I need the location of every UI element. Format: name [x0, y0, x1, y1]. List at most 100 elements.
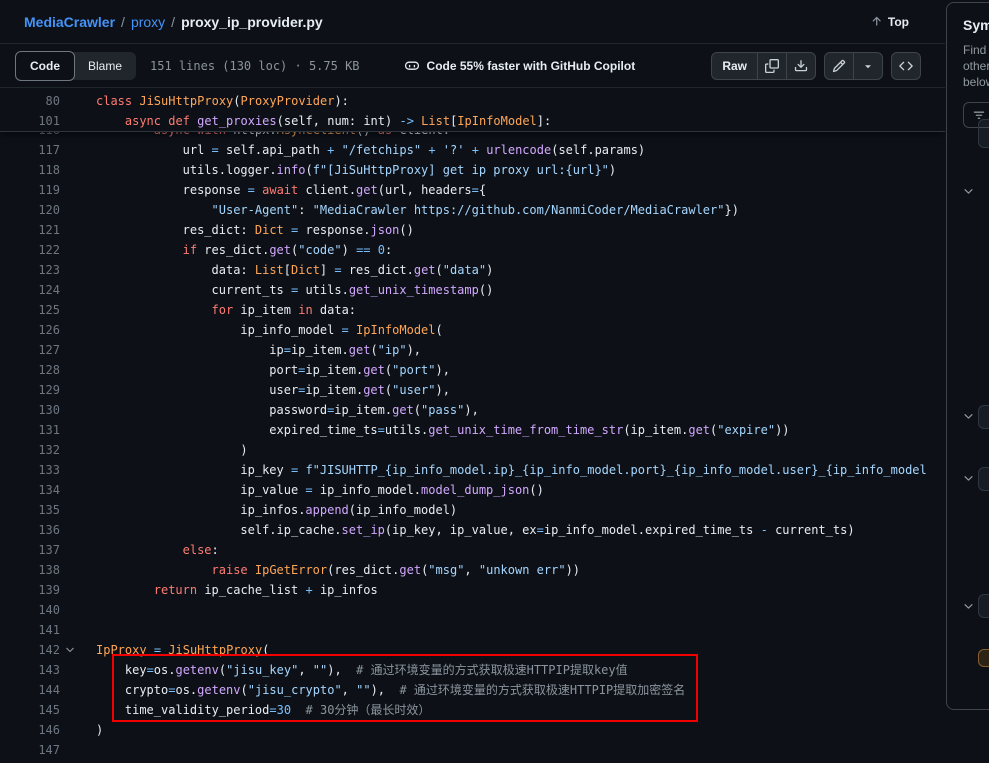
- fold-chevron-icon[interactable]: [60, 640, 80, 660]
- back-to-top-link[interactable]: Top: [870, 15, 909, 29]
- code-text: ): [80, 440, 248, 460]
- line-number[interactable]: 127: [0, 340, 60, 360]
- raw-button[interactable]: Raw: [711, 52, 758, 80]
- code-text: IpProxy = JiSuHttpProxy(: [80, 640, 269, 660]
- line-number[interactable]: 101: [0, 111, 60, 131]
- code-text: self.ip_cache.set_ip(ip_key, ip_value, e…: [80, 520, 855, 540]
- code-view: 116async with httpx.AsyncClient() as cli…: [0, 88, 945, 763]
- code-line: 147: [0, 740, 945, 760]
- fold-gutter: [60, 520, 80, 540]
- code-text: password=ip_item.get("pass"),: [80, 400, 479, 420]
- code-line: 136 self.ip_cache.set_ip(ip_key, ip_value…: [0, 520, 945, 540]
- line-number[interactable]: 80: [0, 91, 60, 111]
- line-number[interactable]: 145: [0, 700, 60, 720]
- code-text: [80, 620, 96, 640]
- code-text: port=ip_item.get("port"),: [80, 360, 450, 380]
- code-line: 122if res_dict.get("code") == 0:: [0, 240, 945, 260]
- fold-gutter: [60, 140, 80, 160]
- fold-gutter: [60, 260, 80, 280]
- line-number[interactable]: 138: [0, 560, 60, 580]
- copy-button[interactable]: [757, 52, 787, 80]
- edit-dropdown-button[interactable]: [853, 52, 883, 80]
- fold-gutter: [60, 620, 80, 640]
- line-number[interactable]: 122: [0, 240, 60, 260]
- fold-gutter: [60, 440, 80, 460]
- line-number[interactable]: 118: [0, 160, 60, 180]
- download-button[interactable]: [786, 52, 816, 80]
- code-line: 141: [0, 620, 945, 640]
- line-number[interactable]: 140: [0, 600, 60, 620]
- code-text: response = await client.get(url, headers…: [80, 180, 486, 200]
- code-text: [80, 600, 96, 620]
- fold-gutter: [60, 660, 80, 680]
- line-number[interactable]: 135: [0, 500, 60, 520]
- top-link-label: Top: [888, 15, 909, 29]
- code-text: ip=ip_item.get("ip"),: [80, 340, 421, 360]
- line-number[interactable]: 130: [0, 400, 60, 420]
- fold-gutter: [60, 160, 80, 180]
- line-number[interactable]: 139: [0, 580, 60, 600]
- chevron-down-icon[interactable]: [962, 185, 976, 199]
- line-number[interactable]: 120: [0, 200, 60, 220]
- chevron-down-icon[interactable]: [962, 600, 976, 614]
- symbols-pane-toggle-button[interactable]: [891, 52, 921, 80]
- line-number[interactable]: 126: [0, 320, 60, 340]
- fold-gutter: [60, 111, 80, 131]
- edit-button[interactable]: [824, 52, 854, 80]
- line-number[interactable]: 137: [0, 540, 60, 560]
- code-line: 137 else:: [0, 540, 945, 560]
- code-text: else:: [80, 540, 219, 560]
- edit-button-group: [824, 52, 883, 80]
- code-line: 138raise IpGetError(res_dict.get("msg", …: [0, 560, 945, 580]
- symbol-pill[interactable]: [978, 594, 989, 618]
- code-expand-icon: [899, 59, 913, 73]
- line-number[interactable]: 117: [0, 140, 60, 160]
- chevron-down-icon[interactable]: [962, 410, 976, 424]
- fold-gutter: [60, 320, 80, 340]
- line-number[interactable]: 134: [0, 480, 60, 500]
- pencil-icon: [832, 59, 846, 73]
- symbol-pill[interactable]: [978, 649, 989, 667]
- line-number[interactable]: 133: [0, 460, 60, 480]
- line-number[interactable]: 131: [0, 420, 60, 440]
- code-line: 120"User-Agent": "MediaCrawler https://g…: [0, 200, 945, 220]
- code-line: 135ip_infos.append(ip_info_model): [0, 500, 945, 520]
- line-number[interactable]: 128: [0, 360, 60, 380]
- code-line: 144 crypto=os.getenv("jisu_crypto", ""), …: [0, 680, 945, 700]
- arrow-up-icon: [870, 15, 883, 28]
- line-number[interactable]: 146: [0, 720, 60, 740]
- breadcrumb-repo-link[interactable]: MediaCrawler: [24, 14, 115, 30]
- code-line: 140: [0, 600, 945, 620]
- symbol-pill[interactable]: [978, 467, 989, 491]
- line-number[interactable]: 141: [0, 620, 60, 640]
- line-number[interactable]: 119: [0, 180, 60, 200]
- code-text: crypto=os.getenv("jisu_crypto", ""), # 通…: [80, 680, 685, 700]
- line-number[interactable]: 143: [0, 660, 60, 680]
- code-line: 132): [0, 440, 945, 460]
- line-number[interactable]: 129: [0, 380, 60, 400]
- code-line: 126ip_info_model = IpInfoModel(: [0, 320, 945, 340]
- line-number[interactable]: 124: [0, 280, 60, 300]
- tab-code[interactable]: Code: [15, 51, 75, 81]
- fold-gutter: [60, 340, 80, 360]
- line-number[interactable]: 125: [0, 300, 60, 320]
- chevron-down-icon[interactable]: [962, 472, 976, 486]
- line-number[interactable]: 123: [0, 260, 60, 280]
- breadcrumb: MediaCrawler / proxy / proxy_ip_provider…: [0, 0, 945, 44]
- symbol-pill[interactable]: [978, 405, 989, 429]
- fold-gutter: [60, 740, 80, 760]
- symbol-pill[interactable]: [978, 119, 989, 148]
- code-text: ip_key = f"JISUHTTP_{ip_info_model.ip}_{…: [80, 460, 927, 480]
- line-number[interactable]: 132: [0, 440, 60, 460]
- code-text: ): [80, 720, 103, 740]
- line-number[interactable]: 144: [0, 680, 60, 700]
- code-line: 134ip_value = ip_info_model.model_dump_j…: [0, 480, 945, 500]
- line-number[interactable]: 142: [0, 640, 60, 660]
- line-number[interactable]: 136: [0, 520, 60, 540]
- breadcrumb-folder-link[interactable]: proxy: [131, 14, 165, 30]
- line-number[interactable]: 147: [0, 740, 60, 760]
- tab-blame[interactable]: Blame: [74, 52, 136, 80]
- fold-gutter: [60, 420, 80, 440]
- fold-gutter: [60, 720, 80, 740]
- line-number[interactable]: 121: [0, 220, 60, 240]
